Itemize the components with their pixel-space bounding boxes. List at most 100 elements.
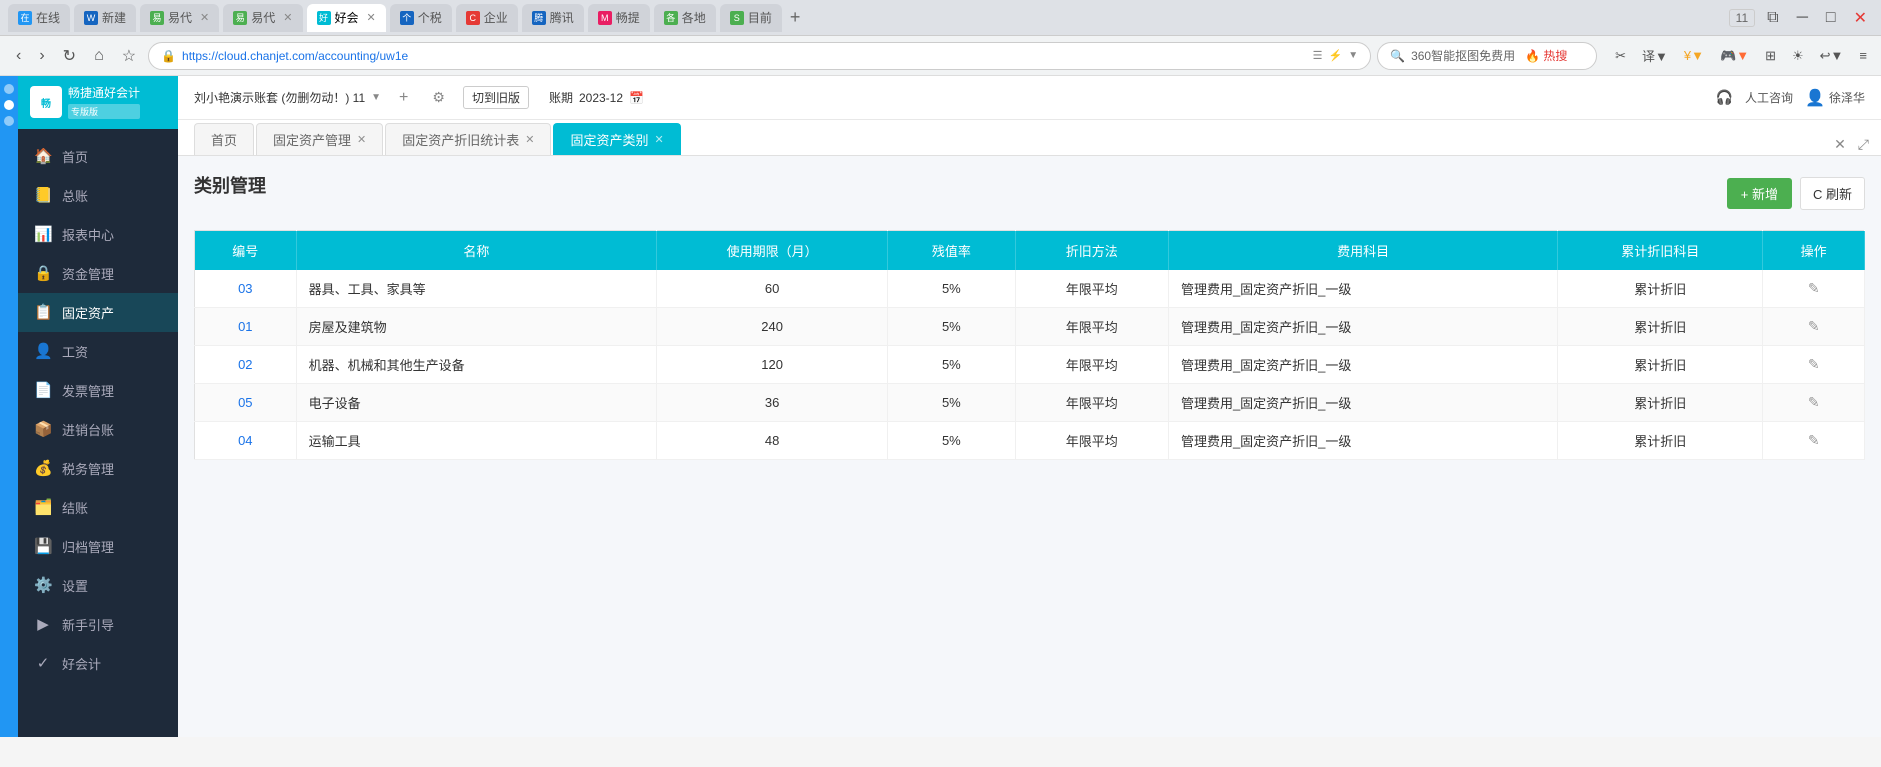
- cell-name: 机器、机械和其他生产设备: [296, 346, 656, 384]
- switch-version-button[interactable]: 切到旧版: [463, 86, 529, 109]
- reload-button[interactable]: ↻: [57, 42, 82, 70]
- tab-close-3[interactable]: ✕: [283, 11, 292, 24]
- undo-icon[interactable]: ↩▼: [1816, 46, 1848, 66]
- window-restore-btn[interactable]: ⧉: [1761, 5, 1784, 31]
- apps-icon[interactable]: ⊞: [1761, 46, 1780, 66]
- sidebar-item-closing[interactable]: 🗂️ 结账: [18, 488, 178, 527]
- sidebar-item-tax[interactable]: 💰 税务管理: [18, 449, 178, 488]
- edit-icon[interactable]: ✎: [1808, 356, 1820, 372]
- home-button[interactable]: ⌂: [88, 43, 110, 69]
- sidebar-item-archive[interactable]: 💾 归档管理: [18, 527, 178, 566]
- page-tab-home[interactable]: 首页: [194, 123, 254, 155]
- sidebar-item-settings[interactable]: ⚙️ 设置: [18, 566, 178, 605]
- site-info-icon: ☰: [1313, 49, 1323, 62]
- brightness-icon[interactable]: ☀: [1788, 46, 1808, 66]
- back-button[interactable]: ‹: [10, 43, 27, 69]
- new-tab-button[interactable]: +: [786, 7, 805, 28]
- edit-icon[interactable]: ✎: [1808, 318, 1820, 334]
- edit-icon[interactable]: ✎: [1808, 280, 1820, 296]
- refresh-button[interactable]: C 刷新: [1800, 177, 1865, 210]
- tab-close-4[interactable]: ✕: [367, 11, 376, 24]
- sidebar-item-payroll[interactable]: 👤 工资: [18, 332, 178, 371]
- col-header-expense: 费用科目: [1168, 231, 1557, 271]
- cell-action[interactable]: ✎: [1763, 270, 1865, 308]
- currency-icon[interactable]: ¥▼: [1680, 46, 1708, 65]
- tab-win-close-btn[interactable]: ✕: [1830, 134, 1850, 155]
- search-box[interactable]: 🔍 360智能抠图免费用 🔥 热搜: [1377, 42, 1597, 70]
- cell-action[interactable]: ✎: [1763, 346, 1865, 384]
- sidebar-item-reports[interactable]: 📊 报表中心: [18, 215, 178, 254]
- page-tab-category[interactable]: 固定资产类别 ✕: [553, 123, 680, 155]
- window-minimize-btn[interactable]: ─: [1791, 5, 1814, 31]
- sidebar-item-fixed-assets[interactable]: 📋 固定资产: [18, 293, 178, 332]
- avatar-icon: 👤: [1805, 88, 1825, 108]
- browser-tab-5[interactable]: 个 个税: [390, 4, 452, 32]
- browser-tab-3[interactable]: 易 易代 ✕: [223, 4, 302, 32]
- archive-icon: 💾: [34, 537, 52, 555]
- page-tab-close-depreciation[interactable]: ✕: [525, 133, 534, 146]
- sidebar-item-invoice[interactable]: 📄 发票管理: [18, 371, 178, 410]
- gear-button[interactable]: ⚙: [426, 85, 451, 110]
- page-tab-depreciation[interactable]: 固定资产折旧统计表 ✕: [385, 123, 551, 155]
- bookmark-button[interactable]: ☆: [116, 42, 142, 70]
- sidebar-label-reports: 报表中心: [62, 225, 114, 244]
- add-button[interactable]: + 新增: [1727, 178, 1792, 209]
- browser-tab-10[interactable]: S 目前: [720, 4, 782, 32]
- sidebar-item-more[interactable]: ✓ 好会计: [18, 644, 178, 683]
- scissors-icon[interactable]: ✂: [1611, 46, 1630, 66]
- browser-tab-9[interactable]: 各 各地: [654, 4, 716, 32]
- edit-icon[interactable]: ✎: [1808, 432, 1820, 448]
- sidebar-item-guide[interactable]: ▶ 新手引导: [18, 605, 178, 644]
- table-header-row: 编号 名称 使用期限（月） 残值率 折旧方法 费用科目 累计折旧科目 操作: [195, 231, 1865, 271]
- calendar-icon[interactable]: 📅: [629, 91, 644, 105]
- page-title: 类别管理: [194, 172, 266, 198]
- browser-tab-4[interactable]: 好 好会 ✕: [307, 4, 386, 32]
- add-account-button[interactable]: +: [393, 85, 414, 111]
- browser-tab-6[interactable]: C 企业: [456, 4, 518, 32]
- cell-action[interactable]: ✎: [1763, 422, 1865, 460]
- page-tab-home-label: 首页: [211, 130, 237, 149]
- window-maximize-btn[interactable]: □: [1820, 5, 1842, 31]
- closing-icon: 🗂️: [34, 498, 52, 516]
- sidebar-item-inventory[interactable]: 📦 进销台账: [18, 410, 178, 449]
- browser-tabs-bar: 在 在线 W 新建 易 易代 ✕ 易 易代 ✕ 好 好会 ✕ 个 个税 C 企业…: [0, 0, 1881, 36]
- cell-action[interactable]: ✎: [1763, 384, 1865, 422]
- edit-icon[interactable]: ✎: [1808, 394, 1820, 410]
- browser-tab-1[interactable]: W 新建: [74, 4, 136, 32]
- window-close-btn[interactable]: ✕: [1848, 4, 1873, 32]
- browser-tab-7[interactable]: 腾 腾讯: [522, 4, 584, 32]
- table-row: 04 运输工具 48 5% 年限平均 管理费用_固定资产折旧_一级 累计折旧 ✎: [195, 422, 1865, 460]
- cell-expense: 管理费用_固定资产折旧_一级: [1168, 308, 1557, 346]
- user-dropdown-icon: ▼: [371, 92, 381, 103]
- sidebar-item-home[interactable]: 🏠 首页: [18, 137, 178, 176]
- sidebar-label-funds: 资金管理: [62, 264, 114, 283]
- page-tab-close-fixed-assets-mgmt[interactable]: ✕: [357, 133, 366, 146]
- browser-tab-2[interactable]: 易 易代 ✕: [140, 4, 219, 32]
- game-icon[interactable]: 🎮▼: [1716, 46, 1753, 66]
- consult-label[interactable]: 人工咨询: [1745, 89, 1793, 106]
- sidebar-item-funds[interactable]: 🔒 资金管理: [18, 254, 178, 293]
- browser-tab-0[interactable]: 在 在线: [8, 4, 70, 32]
- address-box[interactable]: 🔒 https://cloud.chanjet.com/accounting/u…: [148, 42, 1371, 70]
- col-header-rate: 残值率: [888, 231, 1015, 271]
- page-tab-close-category[interactable]: ✕: [655, 133, 664, 146]
- expand-icon: ⚡: [1329, 49, 1343, 62]
- user-info: 刘小艳演示账套 (勿删勿动！) 11 ▼: [194, 89, 381, 106]
- tab-label-10: 目前: [748, 9, 772, 26]
- translate-icon[interactable]: 译▼: [1638, 44, 1672, 67]
- cell-code: 05: [195, 384, 297, 422]
- tab-count-badge: 11: [1729, 9, 1755, 27]
- tab-win-expand-btn[interactable]: ⤢: [1854, 134, 1873, 155]
- table-row: 01 房屋及建筑物 240 5% 年限平均 管理费用_固定资产折旧_一级 累计折…: [195, 308, 1865, 346]
- cell-action[interactable]: ✎: [1763, 308, 1865, 346]
- cell-accum: 累计折旧: [1558, 346, 1763, 384]
- sidebar-label-settings: 设置: [62, 576, 88, 595]
- tab-label-7: 腾讯: [550, 9, 574, 26]
- sidebar-item-ledger[interactable]: 📒 总账: [18, 176, 178, 215]
- browser-tab-8[interactable]: M 畅提: [588, 4, 650, 32]
- tab-close-2[interactable]: ✕: [200, 11, 209, 24]
- page-tab-fixed-assets-mgmt[interactable]: 固定资产管理 ✕: [256, 123, 383, 155]
- menu-icon[interactable]: ≡: [1855, 46, 1871, 65]
- user-avatar[interactable]: 👤 徐泽华: [1805, 88, 1865, 108]
- forward-button[interactable]: ›: [33, 43, 50, 69]
